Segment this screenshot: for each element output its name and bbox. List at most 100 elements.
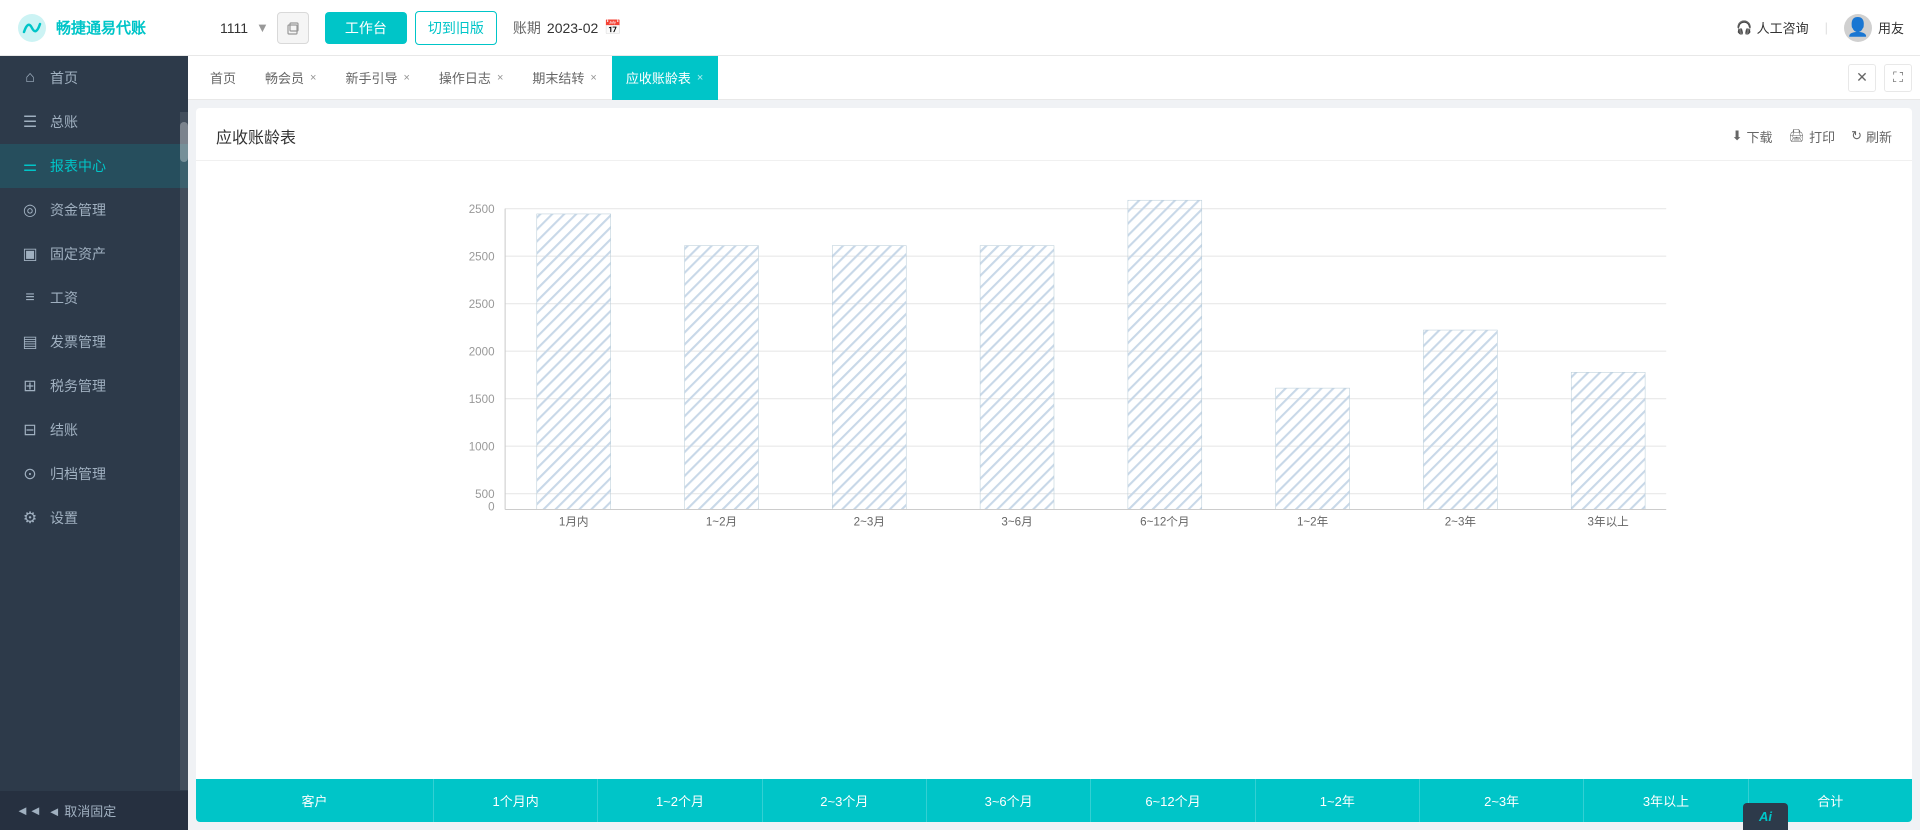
sidebar-item-invoice[interactable]: ▤ 发票管理	[0, 320, 188, 364]
workbench-button[interactable]: 工作台	[325, 12, 407, 44]
sidebar-item-icon-ledger: ☰	[20, 112, 40, 132]
sidebar-item-ledger[interactable]: ☰ 总账	[0, 100, 188, 144]
svg-text:2500: 2500	[469, 203, 495, 216]
tab-close-period_close[interactable]: ×	[590, 72, 596, 84]
tab-label-oplog: 操作日志	[439, 68, 491, 87]
company-selector[interactable]: 1111 ▼	[220, 20, 269, 36]
sidebar-scrollbar[interactable]	[180, 112, 188, 790]
sidebar-item-label-salary: 工资	[50, 288, 78, 308]
cancel-fixed-button[interactable]: ◄◄ ◄ 取消固定	[0, 791, 188, 830]
svg-text:1月内: 1月内	[559, 514, 589, 528]
tab-close-guide[interactable]: ×	[403, 72, 409, 84]
table-header-cell-1: 1个月内	[434, 779, 598, 822]
switch-version-button[interactable]: 切到旧版	[415, 11, 497, 45]
print-label: 打印	[1809, 127, 1835, 146]
sidebar-item-settings[interactable]: ⚙ 设置	[0, 496, 188, 540]
sidebar-item-salary[interactable]: ≡ 工资	[0, 276, 188, 320]
sidebar-item-icon-salary: ≡	[20, 289, 40, 307]
tab-close-aging[interactable]: ×	[697, 72, 703, 84]
chart-container: 2500 2500 2500 2000 1500 1000 500 0	[216, 177, 1892, 557]
sidebar-scroll-thumb	[180, 122, 188, 162]
consult-button[interactable]: 🎧 人工咨询	[1736, 18, 1808, 37]
svg-text:1500: 1500	[469, 393, 495, 406]
sidebar-item-icon-home: ⌂	[20, 69, 40, 87]
tab-period_close[interactable]: 期末结转 ×	[518, 56, 611, 100]
content-area: 首页畅会员×新手引导×操作日志×期末结转×应收账龄表× ✕ ⛶ 应收账龄表 ⬇ …	[188, 56, 1920, 830]
bar-8	[1571, 372, 1645, 509]
avatar: 👤	[1844, 14, 1872, 42]
print-button[interactable]: 🖨 打印	[1789, 127, 1836, 146]
svg-text:2~3月: 2~3月	[854, 515, 885, 528]
tab-home[interactable]: 首页	[196, 56, 251, 100]
sidebar-item-label-home: 首页	[50, 68, 78, 88]
tab-aging[interactable]: 应收账龄表×	[612, 56, 718, 100]
sidebar-item-archive[interactable]: ⊙ 归档管理	[0, 452, 188, 496]
calendar-icon[interactable]: 📅	[604, 19, 621, 36]
sidebar-item-checkout[interactable]: ⊟ 结账	[0, 408, 188, 452]
download-button[interactable]: ⬇ 下载	[1732, 127, 1773, 146]
page-content: 应收账龄表 ⬇ 下载 🖨 打印 ↻ 刷新	[196, 108, 1912, 822]
sidebar-item-icon-settings: ⚙	[20, 508, 40, 528]
table-header-cell-7: 2~3年	[1420, 779, 1584, 822]
table-header: 客户1个月内1~2个月2~3个月3~6个月6~12个月1~2年2~3年3年以上合…	[196, 779, 1912, 822]
tab-label-guide: 新手引导	[345, 68, 397, 87]
fullscreen-tab-button[interactable]: ⛶	[1884, 64, 1912, 92]
table-header-cell-4: 3~6个月	[927, 779, 1091, 822]
svg-text:1~2月: 1~2月	[706, 515, 737, 528]
logo-area: 畅捷通易代账	[16, 12, 204, 44]
sidebar-item-icon-tax: ⊞	[20, 376, 40, 396]
table-header-cell-5: 6~12个月	[1091, 779, 1255, 822]
tab-member[interactable]: 畅会员×	[251, 56, 331, 100]
main-area: ⌂ 首页 ☰ 总账 ⚌ 报表中心 ◎ 资金管理 ▣ 固定资产 ≡ 工资 ▤ 发票…	[0, 56, 1920, 830]
ai-badge[interactable]: Ai	[1743, 803, 1788, 830]
svg-text:0: 0	[488, 501, 494, 514]
sidebar: ⌂ 首页 ☰ 总账 ⚌ 报表中心 ◎ 资金管理 ▣ 固定资产 ≡ 工资 ▤ 发票…	[0, 56, 188, 830]
period-value: 2023-02	[547, 20, 598, 36]
svg-text:2~3年: 2~3年	[1445, 514, 1477, 528]
period-label: 账期	[513, 18, 541, 38]
copy-button[interactable]	[277, 12, 309, 44]
app-container: 畅捷通易代账 1111 ▼ 工作台 切到旧版 账期 2023-02 📅 🎧 人工…	[0, 0, 1920, 830]
svg-text:1000: 1000	[469, 440, 495, 453]
sidebar-item-assets[interactable]: ▣ 固定资产	[0, 232, 188, 276]
refresh-icon: ↻	[1851, 128, 1862, 144]
sidebar-item-label-ledger: 总账	[50, 112, 78, 132]
sidebar-item-label-archive: 归档管理	[50, 464, 106, 484]
sidebar-item-funds[interactable]: ◎ 资金管理	[0, 188, 188, 232]
company-name: 1111	[220, 20, 248, 36]
tabs-container: 首页畅会员×新手引导×操作日志×期末结转×应收账龄表×	[196, 56, 718, 100]
bar-6	[1276, 388, 1350, 509]
refresh-button[interactable]: ↻ 刷新	[1851, 127, 1892, 146]
page-header: 应收账龄表 ⬇ 下载 🖨 打印 ↻ 刷新	[196, 108, 1912, 161]
sidebar-item-icon-archive: ⊙	[20, 464, 40, 484]
sidebar-item-tax[interactable]: ⊞ 税务管理	[0, 364, 188, 408]
logo-icon	[16, 12, 48, 44]
logo-text: 畅捷通易代账	[56, 17, 146, 38]
sidebar-item-icon-invoice: ▤	[20, 332, 40, 352]
period-info: 账期 2023-02 📅	[513, 18, 622, 38]
bar-chart: 2500 2500 2500 2000 1500 1000 500 0	[216, 177, 1892, 557]
right-actions: 🎧 人工咨询 | 👤 用友	[1736, 14, 1904, 42]
headset-icon: 🎧	[1736, 20, 1752, 36]
svg-text:1~2年: 1~2年	[1297, 514, 1329, 528]
svg-text:2500: 2500	[469, 298, 495, 311]
download-label: 下载	[1747, 127, 1773, 146]
sidebar-item-icon-assets: ▣	[20, 244, 40, 264]
page-actions: ⬇ 下载 🖨 打印 ↻ 刷新	[1732, 127, 1892, 146]
sidebar-item-home[interactable]: ⌂ 首页	[0, 56, 188, 100]
print-icon: 🖨	[1789, 128, 1806, 144]
tab-oplog[interactable]: 操作日志 ×	[425, 56, 518, 100]
bar-4	[980, 246, 1054, 510]
svg-text:6~12个月: 6~12个月	[1140, 515, 1189, 528]
tab-close-member[interactable]: ×	[310, 72, 316, 84]
company-dropdown-arrow[interactable]: ▼	[256, 20, 269, 35]
sidebar-item-icon-funds: ◎	[20, 200, 40, 220]
sidebar-item-reports[interactable]: ⚌ 报表中心	[0, 144, 188, 188]
sidebar-item-icon-checkout: ⊟	[20, 420, 40, 440]
user-area[interactable]: 👤 用友	[1844, 14, 1904, 42]
tab-guide[interactable]: 新手引导 ×	[331, 56, 424, 100]
tabs-bar: 首页畅会员×新手引导×操作日志×期末结转×应收账龄表× ✕ ⛶	[188, 56, 1920, 100]
close-tab-button[interactable]: ✕	[1848, 64, 1876, 92]
tab-label-period_close: 期末结转	[532, 68, 584, 87]
tab-close-oplog[interactable]: ×	[497, 72, 503, 84]
